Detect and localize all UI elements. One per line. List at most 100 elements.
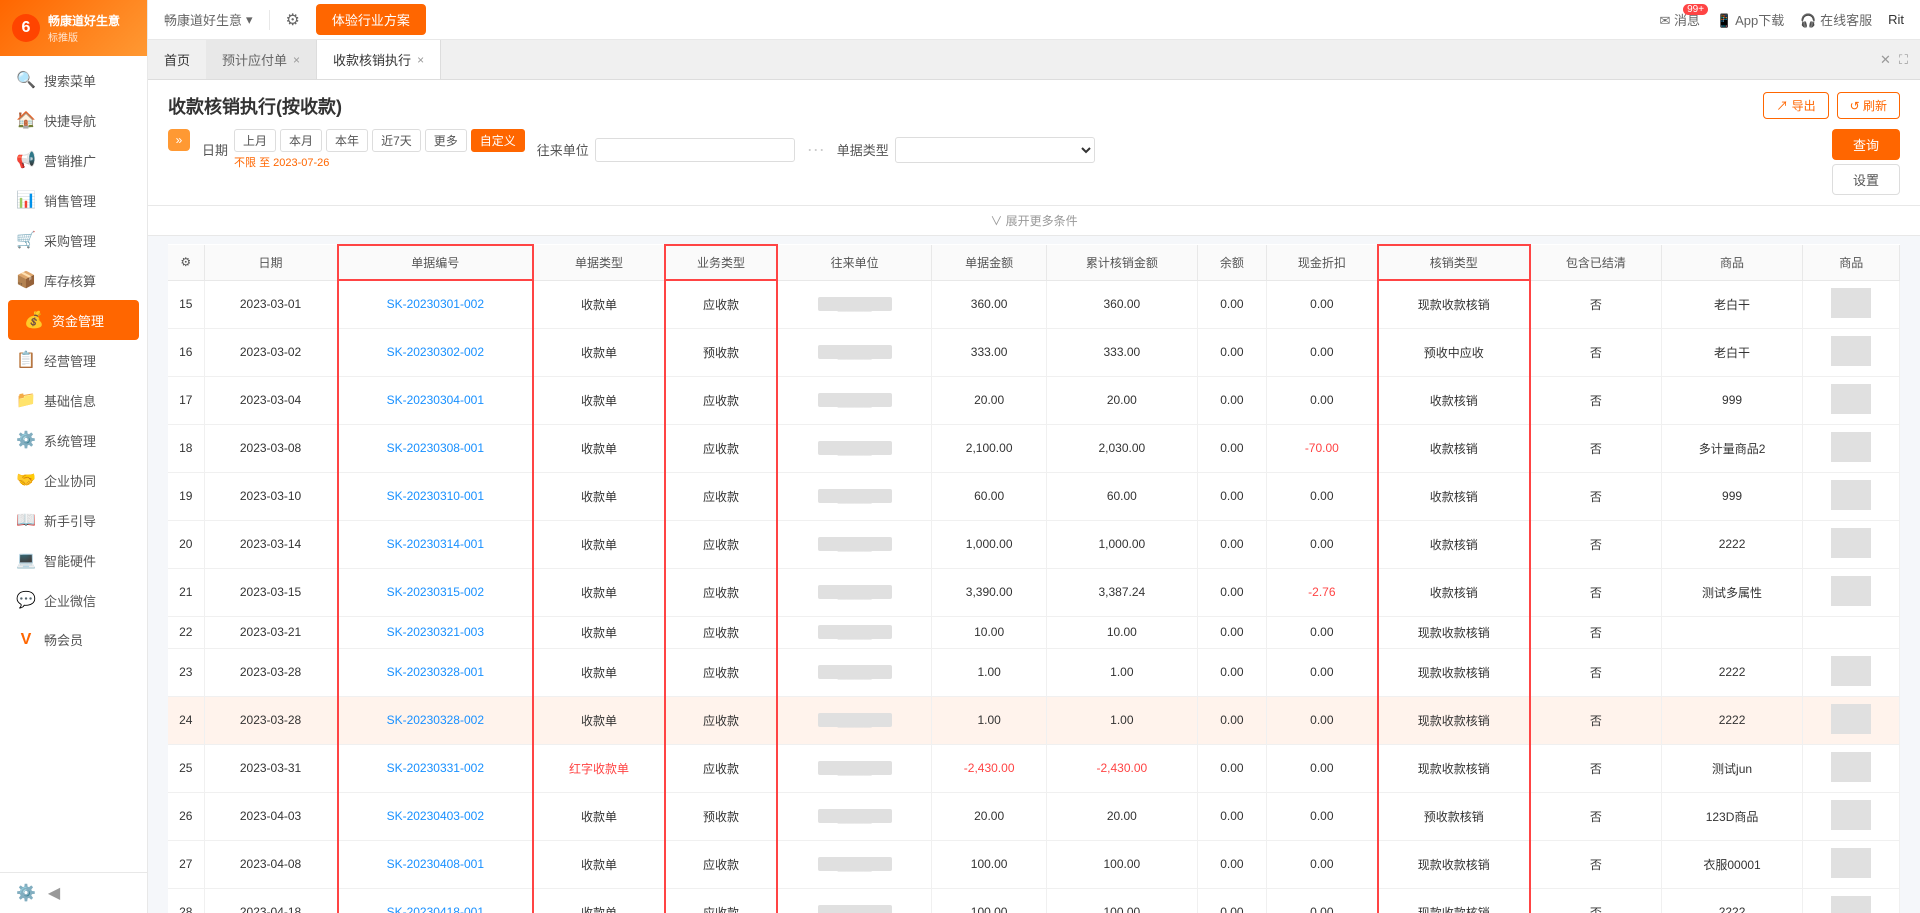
filter-collapse-button[interactable]: »	[168, 129, 190, 151]
cell-doc-type: 收款单	[533, 520, 665, 568]
filter-unit-item: 往来单位	[537, 138, 795, 162]
tab-receivable-close-icon[interactable]: ×	[417, 53, 424, 67]
workspace-dropdown[interactable]: 畅康道好生意 ▾	[164, 10, 253, 29]
filter-expand-bar[interactable]: ∨ 展开更多条件	[148, 206, 1920, 236]
cell-amount: 1,000.00	[932, 520, 1047, 568]
online-service[interactable]: 🎧 在线客服	[1800, 10, 1872, 29]
sidebar-item-wechat[interactable]: 💬 企业微信	[0, 580, 147, 620]
doc-no-link[interactable]: SK-20230304-001	[387, 393, 484, 407]
tab-payable[interactable]: 预计应付单 ×	[206, 40, 317, 79]
filter-date-more[interactable]: 更多	[425, 129, 467, 152]
topbar-right: ✉ 消息 99+ 📱 App下载 🎧 在线客服 Rit	[1660, 10, 1905, 29]
cell-product1: 999	[1661, 376, 1803, 424]
doc-no-link[interactable]: SK-20230331-002	[387, 761, 484, 775]
sidebar-item-basic[interactable]: 📁 基础信息	[0, 380, 147, 420]
collapse-sidebar-icon[interactable]: ◀	[48, 883, 60, 903]
settings-bottom-icon[interactable]: ⚙️	[16, 883, 36, 903]
sidebar-logo: 6 畅康道好生意 标推版	[0, 0, 147, 56]
sidebar-item-search[interactable]: 🔍 搜索菜单	[0, 60, 147, 100]
sidebar-item-system[interactable]: ⚙️ 系统管理	[0, 420, 147, 460]
topbar: 畅康道好生意 ▾ ⚙ 体验行业方案 ✉ 消息 99+ 📱 App下载 🎧 在线客…	[148, 0, 1920, 40]
message-badge[interactable]: ✉ 消息 99+	[1660, 10, 1701, 29]
export-button[interactable]: ↗ 导出	[1763, 92, 1828, 119]
cell-partner: ████	[777, 520, 932, 568]
filter-date-this-year[interactable]: 本年	[326, 129, 368, 152]
doc-no-link[interactable]: SK-20230408-001	[387, 857, 484, 871]
filter-settings-button[interactable]: 设置	[1832, 164, 1900, 195]
sidebar-item-purchase[interactable]: 🛒 采购管理	[0, 220, 147, 260]
cell-num: 25	[168, 744, 204, 792]
filter-date-7days[interactable]: 近7天	[372, 129, 421, 152]
doc-no-link[interactable]: SK-20230314-001	[387, 537, 484, 551]
doc-no-link[interactable]: SK-20230328-002	[387, 713, 484, 727]
sidebar-item-member[interactable]: V 畅会员	[0, 620, 147, 659]
filter-date-last-month[interactable]: 上月	[234, 129, 276, 152]
doc-no-link[interactable]: SK-20230308-001	[387, 441, 484, 455]
filter-date-custom[interactable]: 自定义	[471, 129, 525, 152]
doc-no-link[interactable]: SK-20230315-002	[387, 585, 484, 599]
message-label: 消息	[1674, 13, 1700, 28]
doc-no-link[interactable]: SK-20230302-002	[387, 345, 484, 359]
sidebar-item-enterprise[interactable]: 🤝 企业协同	[0, 460, 147, 500]
cell-amount: -2,430.00	[932, 744, 1047, 792]
col-gear[interactable]: ⚙	[168, 245, 204, 280]
cell-biz-type: 应收款	[665, 616, 777, 648]
refresh-button[interactable]: ↺ 刷新	[1837, 92, 1900, 119]
query-button[interactable]: 查询	[1832, 129, 1900, 160]
tab-payable-close-icon[interactable]: ×	[293, 53, 300, 67]
cell-verify-type: 现款收款核销	[1378, 840, 1530, 888]
cell-partner: ████	[777, 840, 932, 888]
tab-home[interactable]: 首页	[148, 40, 206, 79]
doc-no-link[interactable]: SK-20230328-001	[387, 665, 484, 679]
sidebar-item-inventory[interactable]: 📦 库存核算	[0, 260, 147, 300]
doc-no-link[interactable]: SK-20230310-001	[387, 489, 484, 503]
cell-doc-type: 收款单	[533, 792, 665, 840]
filter-date-buttons: 上月 本月 本年 近7天 更多 自定义	[234, 129, 525, 152]
logo-icon: 6	[12, 14, 40, 42]
doc-no-link[interactable]: SK-20230403-002	[387, 809, 484, 823]
cell-num: 16	[168, 328, 204, 376]
tab-close-all-icon[interactable]: ✕	[1880, 52, 1891, 68]
cell-verify-type: 预收中应收	[1378, 328, 1530, 376]
sidebar-item-finance[interactable]: 💰 资金管理	[8, 300, 139, 340]
user-name[interactable]: Rit	[1888, 12, 1904, 27]
cell-discount: 0.00	[1267, 696, 1378, 744]
sidebar-item-marketing[interactable]: 📢 营销推广	[0, 140, 147, 180]
doc-no-link[interactable]: SK-20230418-001	[387, 905, 484, 913]
cell-included: 否	[1530, 792, 1661, 840]
sidebar-item-sales[interactable]: 📊 销售管理	[0, 180, 147, 220]
cell-discount: -70.00	[1267, 424, 1378, 472]
tab-receivable-label: 收款核销执行	[333, 50, 411, 69]
page-content: 收款核销执行(按收款) ↗ 导出 ↺ 刷新 » 日期	[148, 80, 1920, 913]
cell-verified: 333.00	[1046, 328, 1197, 376]
filter-date-group: 上月 本月 本年 近7天 更多 自定义 不限 至 2023-07-26	[234, 129, 525, 170]
cell-included: 否	[1530, 616, 1661, 648]
tab-receivable-writeoff[interactable]: 收款核销执行 ×	[317, 40, 441, 79]
cell-date: 2023-03-31	[204, 744, 338, 792]
cell-date: 2023-03-01	[204, 280, 338, 328]
sidebar-item-guide[interactable]: 📖 新手引导	[0, 500, 147, 540]
cell-amount: 1.00	[932, 648, 1047, 696]
tab-maximize-icon[interactable]: ⛶	[1899, 52, 1908, 68]
cell-verify-type: 现款收款核销	[1378, 744, 1530, 792]
cell-date: 2023-04-08	[204, 840, 338, 888]
sidebar-item-hardware[interactable]: 💻 智能硬件	[0, 540, 147, 580]
gear-icon[interactable]: ⚙	[286, 10, 300, 30]
doc-no-link[interactable]: SK-20230301-002	[387, 297, 484, 311]
cell-num: 26	[168, 792, 204, 840]
cell-doc-no: SK-20230408-001	[338, 840, 533, 888]
sidebar-item-operations[interactable]: 📋 经营管理	[0, 340, 147, 380]
cell-verified: 10.00	[1046, 616, 1197, 648]
sidebar-item-shortcut[interactable]: 🏠 快捷导航	[0, 100, 147, 140]
filter-date-this-month[interactable]: 本月	[280, 129, 322, 152]
filter-doctype-select[interactable]	[895, 137, 1095, 163]
tab-payable-label: 预计应付单	[222, 50, 287, 69]
doc-no-link[interactable]: SK-20230321-003	[387, 625, 484, 639]
filter-unit-input[interactable]	[595, 138, 795, 162]
cell-balance: 0.00	[1197, 840, 1266, 888]
cell-balance: 0.00	[1197, 744, 1266, 792]
solution-button[interactable]: 体验行业方案	[316, 4, 426, 35]
app-download[interactable]: 📱 App下载	[1716, 10, 1784, 29]
cell-product2	[1803, 520, 1900, 568]
cell-doc-type: 收款单	[533, 568, 665, 616]
